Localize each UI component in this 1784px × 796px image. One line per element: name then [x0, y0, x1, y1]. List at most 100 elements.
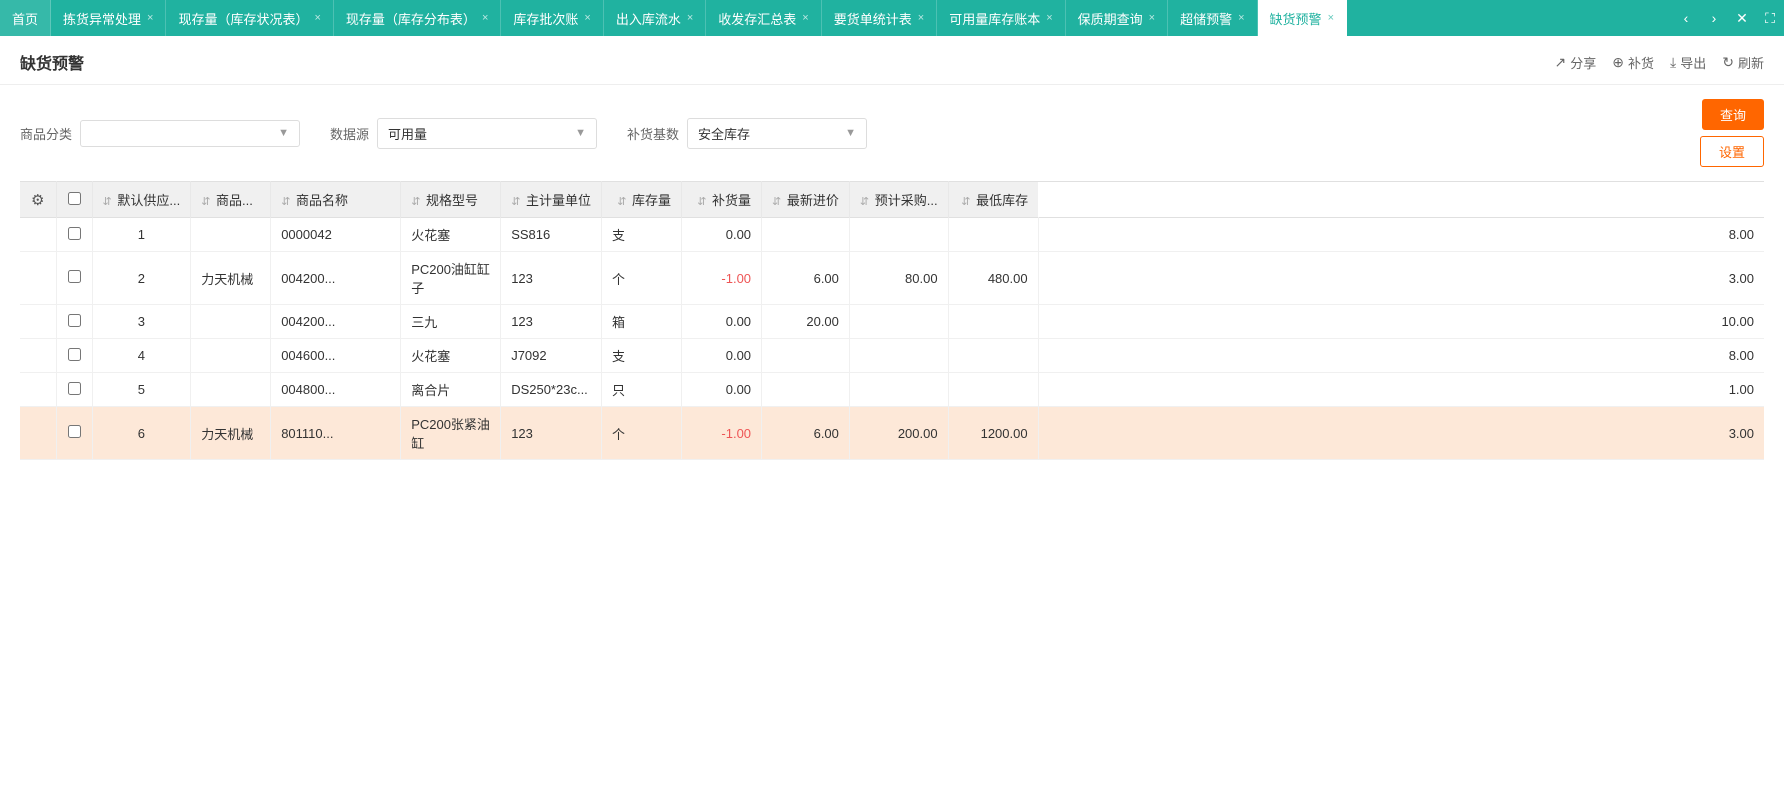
- row-price: 80.00: [849, 252, 948, 305]
- close-tab-overstock-warning[interactable]: ×: [1238, 12, 1244, 24]
- row-checkbox-0[interactable]: [68, 227, 81, 240]
- close-tab-shortage-warning[interactable]: ×: [1328, 12, 1334, 24]
- row-index: 2: [92, 252, 191, 305]
- row-supplier: [191, 373, 271, 407]
- row-spec: 123: [501, 407, 602, 460]
- th-est-purchase[interactable]: ⇵ 预计采购...: [849, 182, 948, 218]
- tab-shortage-warning[interactable]: 缺货预警 ×: [1258, 0, 1347, 36]
- row-code: 801110...: [271, 407, 401, 460]
- share-action[interactable]: ↗ 分享: [1555, 53, 1597, 72]
- tab-home[interactable]: 首页: [0, 0, 51, 36]
- gear-icon[interactable]: ⚙: [31, 192, 44, 209]
- tab-demand-stats[interactable]: 要货单统计表 ×: [822, 0, 937, 36]
- table-body: 1 0000042 火花塞 SS816 支 0.00 8.00 2 力天机械 0…: [20, 218, 1764, 460]
- close-tab-inout-flow[interactable]: ×: [687, 12, 693, 24]
- tab-next-btn[interactable]: ›: [1700, 0, 1728, 36]
- datasource-select-value: 可用量: [388, 124, 427, 143]
- header-actions: ↗ 分享 ⊕ 补货 ⤓ 导出 ↻ 刷新: [1555, 53, 1764, 72]
- th-spec[interactable]: ⇵ 规格型号: [401, 182, 501, 218]
- row-gear-cell: [20, 305, 56, 339]
- tab-inout-flow[interactable]: 出入库流水 ×: [604, 0, 706, 36]
- row-name: 火花塞: [401, 339, 501, 373]
- th-replenish[interactable]: ⇵ 补货量: [682, 182, 762, 218]
- row-code: 004800...: [271, 373, 401, 407]
- row-checkbox-5[interactable]: [68, 425, 81, 438]
- th-gear[interactable]: ⚙: [20, 182, 56, 218]
- close-tab-demand-stats[interactable]: ×: [918, 12, 924, 24]
- row-unit: 个: [602, 252, 682, 305]
- tab-batch-account[interactable]: 库存批次账 ×: [501, 0, 603, 36]
- filter-right-buttons: 查询 设置: [1700, 99, 1764, 167]
- row-price: [849, 339, 948, 373]
- tab-overstock-warning[interactable]: 超储预警 ×: [1168, 0, 1257, 36]
- tab-fullscreen-btn[interactable]: ⛶: [1756, 0, 1784, 36]
- tab-inventory-dist[interactable]: 现存量（库存分布表） ×: [334, 0, 501, 36]
- select-all-checkbox[interactable]: [68, 192, 81, 205]
- row-checkbox-2[interactable]: [68, 314, 81, 327]
- row-checkbox-1[interactable]: [68, 270, 81, 283]
- table-header-row: ⚙ ⇵ 默认供应... ⇵ 商品... ⇵ 商品名称: [20, 182, 1764, 218]
- row-min-stock: 10.00: [1038, 305, 1764, 339]
- tab-prev-btn[interactable]: ‹: [1672, 0, 1700, 36]
- row-index: 3: [92, 305, 191, 339]
- datasource-select[interactable]: 可用量 ▼: [377, 118, 597, 149]
- close-tab-batch-account[interactable]: ×: [584, 12, 590, 24]
- table-container: ⚙ ⇵ 默认供应... ⇵ 商品... ⇵ 商品名称: [0, 181, 1784, 460]
- row-name: PC200张紧油缸: [401, 407, 501, 460]
- export-action[interactable]: ⤓ 导出: [1670, 53, 1706, 72]
- row-name: 三九: [401, 305, 501, 339]
- tab-picking[interactable]: 拣货异常处理 ×: [51, 0, 166, 36]
- replenish-label: 补货基数: [627, 124, 679, 143]
- tab-close-all-btn[interactable]: ✕: [1728, 0, 1756, 36]
- row-replenish: [762, 218, 850, 252]
- row-stock: -1.00: [682, 252, 762, 305]
- row-min-stock: 8.00: [1038, 339, 1764, 373]
- row-checkbox-4[interactable]: [68, 382, 81, 395]
- th-name[interactable]: ⇵ 商品名称: [271, 182, 401, 218]
- row-min-stock: 1.00: [1038, 373, 1764, 407]
- est-sort-icon: ⇵: [860, 196, 869, 208]
- row-checkbox-cell: [56, 218, 92, 252]
- row-name: PC200油缸缸子: [401, 252, 501, 305]
- replenish-select-arrow-icon: ▼: [845, 127, 856, 139]
- row-stock: 0.00: [682, 305, 762, 339]
- category-label: 商品分类: [20, 124, 72, 143]
- row-stock: 0.00: [682, 373, 762, 407]
- row-est-purchase: 1200.00: [948, 407, 1038, 460]
- tab-available-ledger[interactable]: 可用量库存账本 ×: [937, 0, 1065, 36]
- close-tab-receipt-summary[interactable]: ×: [802, 12, 808, 24]
- code-sort-icon: ⇵: [201, 196, 210, 208]
- th-supplier[interactable]: ⇵ 默认供应...: [92, 182, 191, 218]
- category-select[interactable]: ▼: [80, 120, 300, 147]
- close-tab-inventory-dist[interactable]: ×: [482, 12, 488, 24]
- row-checkbox-3[interactable]: [68, 348, 81, 361]
- row-code: 004200...: [271, 252, 401, 305]
- page-header: 缺货预警 ↗ 分享 ⊕ 补货 ⤓ 导出 ↻ 刷新: [0, 36, 1784, 85]
- row-stock: 0.00: [682, 218, 762, 252]
- tab-expiry-query[interactable]: 保质期查询 ×: [1066, 0, 1168, 36]
- row-code: 004200...: [271, 305, 401, 339]
- close-tab-expiry-query[interactable]: ×: [1149, 12, 1155, 24]
- row-spec: DS250*23c...: [501, 373, 602, 407]
- th-price[interactable]: ⇵ 最新进价: [762, 182, 850, 218]
- close-tab-available-ledger[interactable]: ×: [1046, 12, 1052, 24]
- table-row: 3 004200... 三九 123 箱 0.00 20.00 10.00: [20, 305, 1764, 339]
- setting-button[interactable]: 设置: [1700, 136, 1764, 167]
- tab-inventory-status[interactable]: 现存量（库存状况表） ×: [166, 0, 333, 36]
- close-tab-picking[interactable]: ×: [147, 12, 153, 24]
- replenish-filter-group: 补货基数 安全库存 ▼: [627, 118, 867, 149]
- replenish-action[interactable]: ⊕ 补货: [1612, 53, 1654, 72]
- query-button[interactable]: 查询: [1702, 99, 1764, 130]
- refresh-action[interactable]: ↻ 刷新: [1722, 53, 1764, 72]
- row-min-stock: 3.00: [1038, 407, 1764, 460]
- row-checkbox-cell: [56, 252, 92, 305]
- th-min-stock[interactable]: ⇵ 最低库存: [948, 182, 1038, 218]
- th-code[interactable]: ⇵ 商品...: [191, 182, 271, 218]
- tab-receipt-summary[interactable]: 收发存汇总表 ×: [706, 0, 821, 36]
- close-tab-inventory-status[interactable]: ×: [314, 12, 320, 24]
- th-stock[interactable]: ⇵ 库存量: [602, 182, 682, 218]
- row-stock: 0.00: [682, 339, 762, 373]
- th-unit[interactable]: ⇵ 主计量单位: [501, 182, 602, 218]
- replenish-select[interactable]: 安全库存 ▼: [687, 118, 867, 149]
- row-unit: 只: [602, 373, 682, 407]
